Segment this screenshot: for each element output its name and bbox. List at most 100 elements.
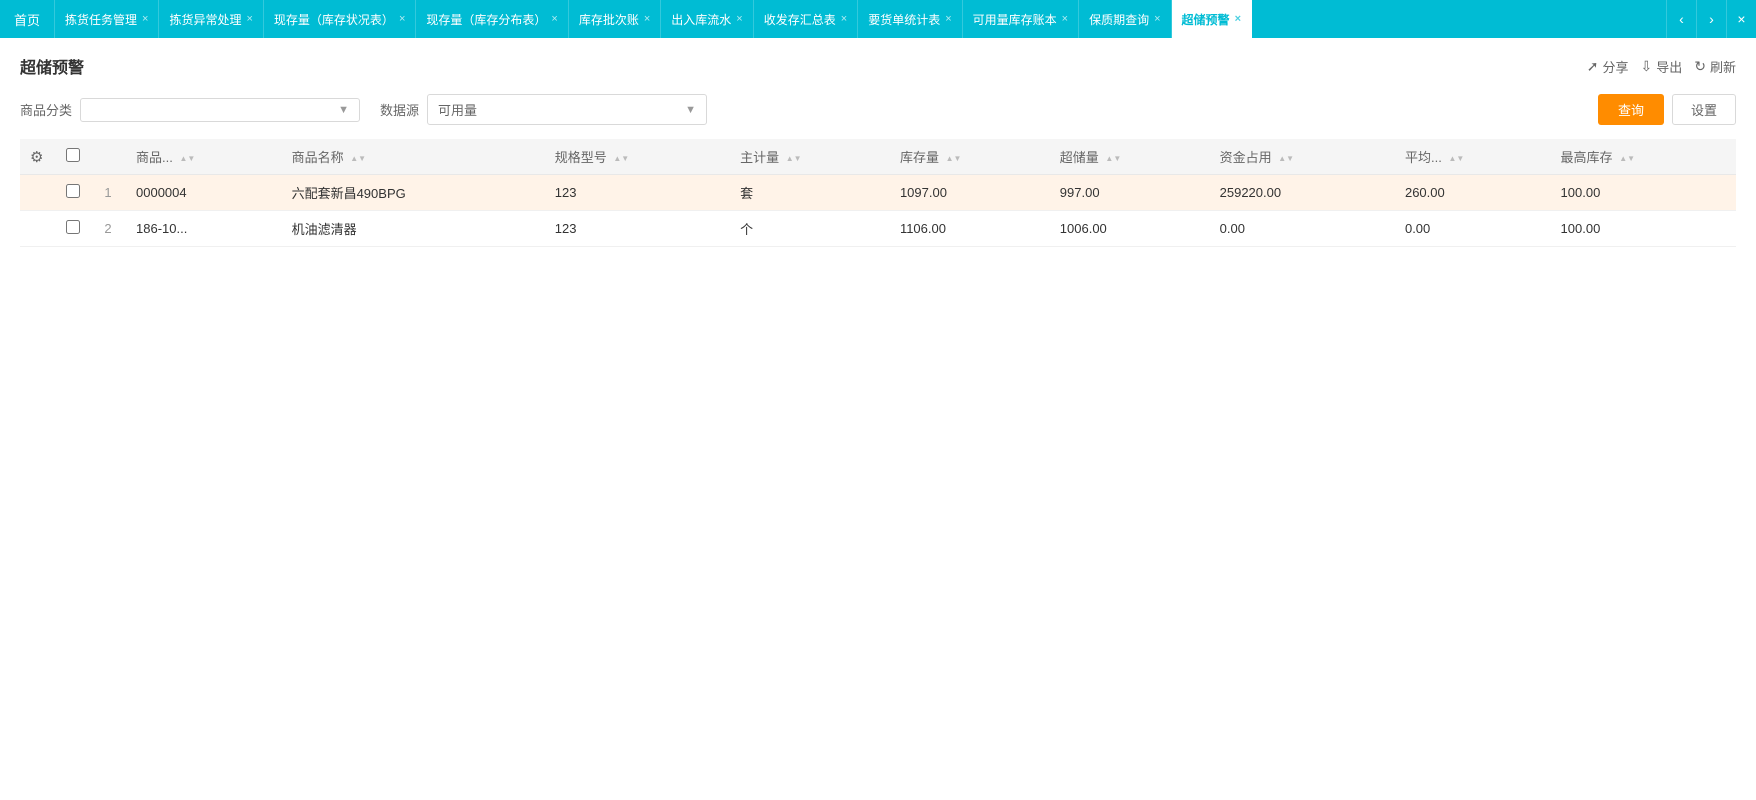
- table-header-row: ⚙ 商品... ▲▼ 商品名称 ▲▼ 规格型号 ▲▼: [20, 139, 1736, 175]
- datasource-filter: 数据源 可用量 ▼: [380, 94, 707, 125]
- nav-tab-label: 可用量库存账本: [973, 11, 1057, 28]
- row-overstock: 1006.00: [1050, 211, 1210, 247]
- nav-tab-label: 现存量（库存分布表）: [426, 11, 546, 28]
- row-checkbox[interactable]: [66, 220, 80, 234]
- nav-tab-close-icon[interactable]: ×: [142, 13, 148, 25]
- th-product-code[interactable]: 商品... ▲▼: [126, 139, 282, 175]
- nav-tab-label: 现存量（库存状况表）: [274, 11, 394, 28]
- share-button[interactable]: ➚ 分享: [1587, 57, 1629, 76]
- th-avg[interactable]: 平均... ▲▼: [1395, 139, 1551, 175]
- nav-tab-close-icon[interactable]: ×: [551, 13, 557, 25]
- nav-tab-9[interactable]: 保质期查询 ×: [1079, 0, 1171, 38]
- settings-button[interactable]: 设置: [1672, 94, 1736, 125]
- page-header: 超储预警 ➚ 分享 ⇩ 导出 ↻ 刷新: [20, 54, 1736, 78]
- category-label: 商品分类: [20, 100, 72, 119]
- data-table: ⚙ 商品... ▲▼ 商品名称 ▲▼ 规格型号 ▲▼: [20, 139, 1736, 247]
- filter-row: 商品分类 ▼ 数据源 可用量 ▼ 查询 设置: [20, 94, 1736, 125]
- category-select[interactable]: ▼: [80, 98, 360, 122]
- page-title: 超储预警: [20, 54, 84, 78]
- row-max-stock: 100.00: [1551, 211, 1736, 247]
- refresh-icon: ↻: [1694, 58, 1706, 75]
- nav-tab-label: 超储预警: [1182, 11, 1230, 28]
- select-all-checkbox[interactable]: [66, 148, 80, 162]
- nav-tab-8[interactable]: 可用量库存账本 ×: [963, 0, 1079, 38]
- th-gear[interactable]: ⚙: [20, 139, 56, 175]
- sort-unit-icon: ▲▼: [786, 154, 802, 163]
- th-unit[interactable]: 主计量 ▲▼: [730, 139, 890, 175]
- row-gear-cell: [20, 211, 56, 247]
- top-nav: 首页 拣货任务管理×拣货异常处理×现存量（库存状况表）×现存量（库存分布表）×库…: [0, 0, 1756, 38]
- nav-tab-close-icon[interactable]: ×: [1062, 13, 1068, 25]
- row-product-name: 六配套新昌490BPG: [282, 175, 545, 211]
- sort-product-code-icon: ▲▼: [179, 154, 195, 163]
- row-num: 1: [90, 175, 126, 211]
- th-max-stock[interactable]: 最高库存 ▲▼: [1551, 139, 1736, 175]
- row-stock: 1097.00: [890, 175, 1050, 211]
- th-stock[interactable]: 库存量 ▲▼: [890, 139, 1050, 175]
- share-label: 分享: [1602, 57, 1628, 76]
- row-spec: 123: [545, 175, 730, 211]
- refresh-button[interactable]: ↻ 刷新: [1694, 57, 1736, 76]
- nav-tab-4[interactable]: 库存批次账 ×: [569, 0, 661, 38]
- nav-close-btn[interactable]: ×: [1726, 0, 1756, 38]
- row-capital: 0.00: [1210, 211, 1395, 247]
- sort-overstock-icon: ▲▼: [1105, 154, 1121, 163]
- nav-tab-close-icon[interactable]: ×: [644, 13, 650, 25]
- nav-tab-close-icon[interactable]: ×: [841, 13, 847, 25]
- nav-home[interactable]: 首页: [0, 0, 55, 38]
- share-icon: ➚: [1587, 58, 1599, 75]
- th-avg-label: 平均...: [1405, 150, 1442, 165]
- header-actions: ➚ 分享 ⇩ 导出 ↻ 刷新: [1587, 57, 1736, 76]
- nav-tab-2[interactable]: 现存量（库存状况表） ×: [264, 0, 416, 38]
- row-num: 2: [90, 211, 126, 247]
- nav-tab-7[interactable]: 要货单统计表 ×: [858, 0, 962, 38]
- sort-product-name-icon: ▲▼: [350, 154, 366, 163]
- sort-max-stock-icon: ▲▼: [1619, 154, 1635, 163]
- th-capital-label: 资金占用: [1220, 150, 1272, 165]
- nav-tab-close-icon[interactable]: ×: [945, 13, 951, 25]
- row-checkbox[interactable]: [66, 184, 80, 198]
- th-checkbox[interactable]: [56, 139, 90, 175]
- row-product-code: 0000004: [126, 175, 282, 211]
- export-button[interactable]: ⇩ 导出: [1641, 57, 1683, 76]
- nav-tab-close-icon[interactable]: ×: [736, 13, 742, 25]
- nav-tab-label: 拣货任务管理: [65, 11, 137, 28]
- nav-tab-label: 要货单统计表: [868, 11, 940, 28]
- datasource-value: 可用量: [438, 100, 477, 119]
- gear-icon[interactable]: ⚙: [30, 149, 43, 166]
- refresh-label: 刷新: [1710, 57, 1736, 76]
- nav-tab-10[interactable]: 超储预警 ×: [1172, 0, 1252, 38]
- nav-tab-close-icon[interactable]: ×: [1154, 13, 1160, 25]
- nav-tab-0[interactable]: 拣货任务管理 ×: [55, 0, 159, 38]
- th-overstock-label: 超储量: [1060, 150, 1099, 165]
- row-product-code: 186-10...: [126, 211, 282, 247]
- th-stock-label: 库存量: [900, 150, 939, 165]
- nav-tab-label: 库存批次账: [579, 11, 639, 28]
- row-unit: 个: [730, 211, 890, 247]
- row-product-name: 机油滤清器: [282, 211, 545, 247]
- home-label: 首页: [14, 10, 40, 29]
- nav-next-btn[interactable]: ›: [1696, 0, 1726, 38]
- nav-tab-1[interactable]: 拣货异常处理×: [159, 0, 263, 38]
- nav-tab-5[interactable]: 出入库流水 ×: [661, 0, 753, 38]
- th-unit-label: 主计量: [740, 150, 779, 165]
- row-checkbox-cell[interactable]: [56, 211, 90, 247]
- row-spec: 123: [545, 211, 730, 247]
- row-checkbox-cell[interactable]: [56, 175, 90, 211]
- nav-tab-close-icon[interactable]: ×: [246, 13, 252, 25]
- nav-prev-btn[interactable]: ‹: [1666, 0, 1696, 38]
- th-overstock[interactable]: 超储量 ▲▼: [1050, 139, 1210, 175]
- query-button[interactable]: 查询: [1598, 94, 1664, 125]
- th-product-name[interactable]: 商品名称 ▲▼: [282, 139, 545, 175]
- nav-arrows: ‹ › ×: [1666, 0, 1756, 38]
- nav-tab-label: 出入库流水: [671, 11, 731, 28]
- row-max-stock: 100.00: [1551, 175, 1736, 211]
- nav-tab-close-icon[interactable]: ×: [1235, 13, 1241, 25]
- nav-tab-6[interactable]: 收发存汇总表×: [754, 0, 858, 38]
- datasource-select[interactable]: 可用量 ▼: [427, 94, 707, 125]
- nav-tab-3[interactable]: 现存量（库存分布表） ×: [416, 0, 568, 38]
- th-capital[interactable]: 资金占用 ▲▼: [1210, 139, 1395, 175]
- nav-tab-label: 保质期查询: [1089, 11, 1149, 28]
- th-spec[interactable]: 规格型号 ▲▼: [545, 139, 730, 175]
- nav-tab-close-icon[interactable]: ×: [399, 13, 405, 25]
